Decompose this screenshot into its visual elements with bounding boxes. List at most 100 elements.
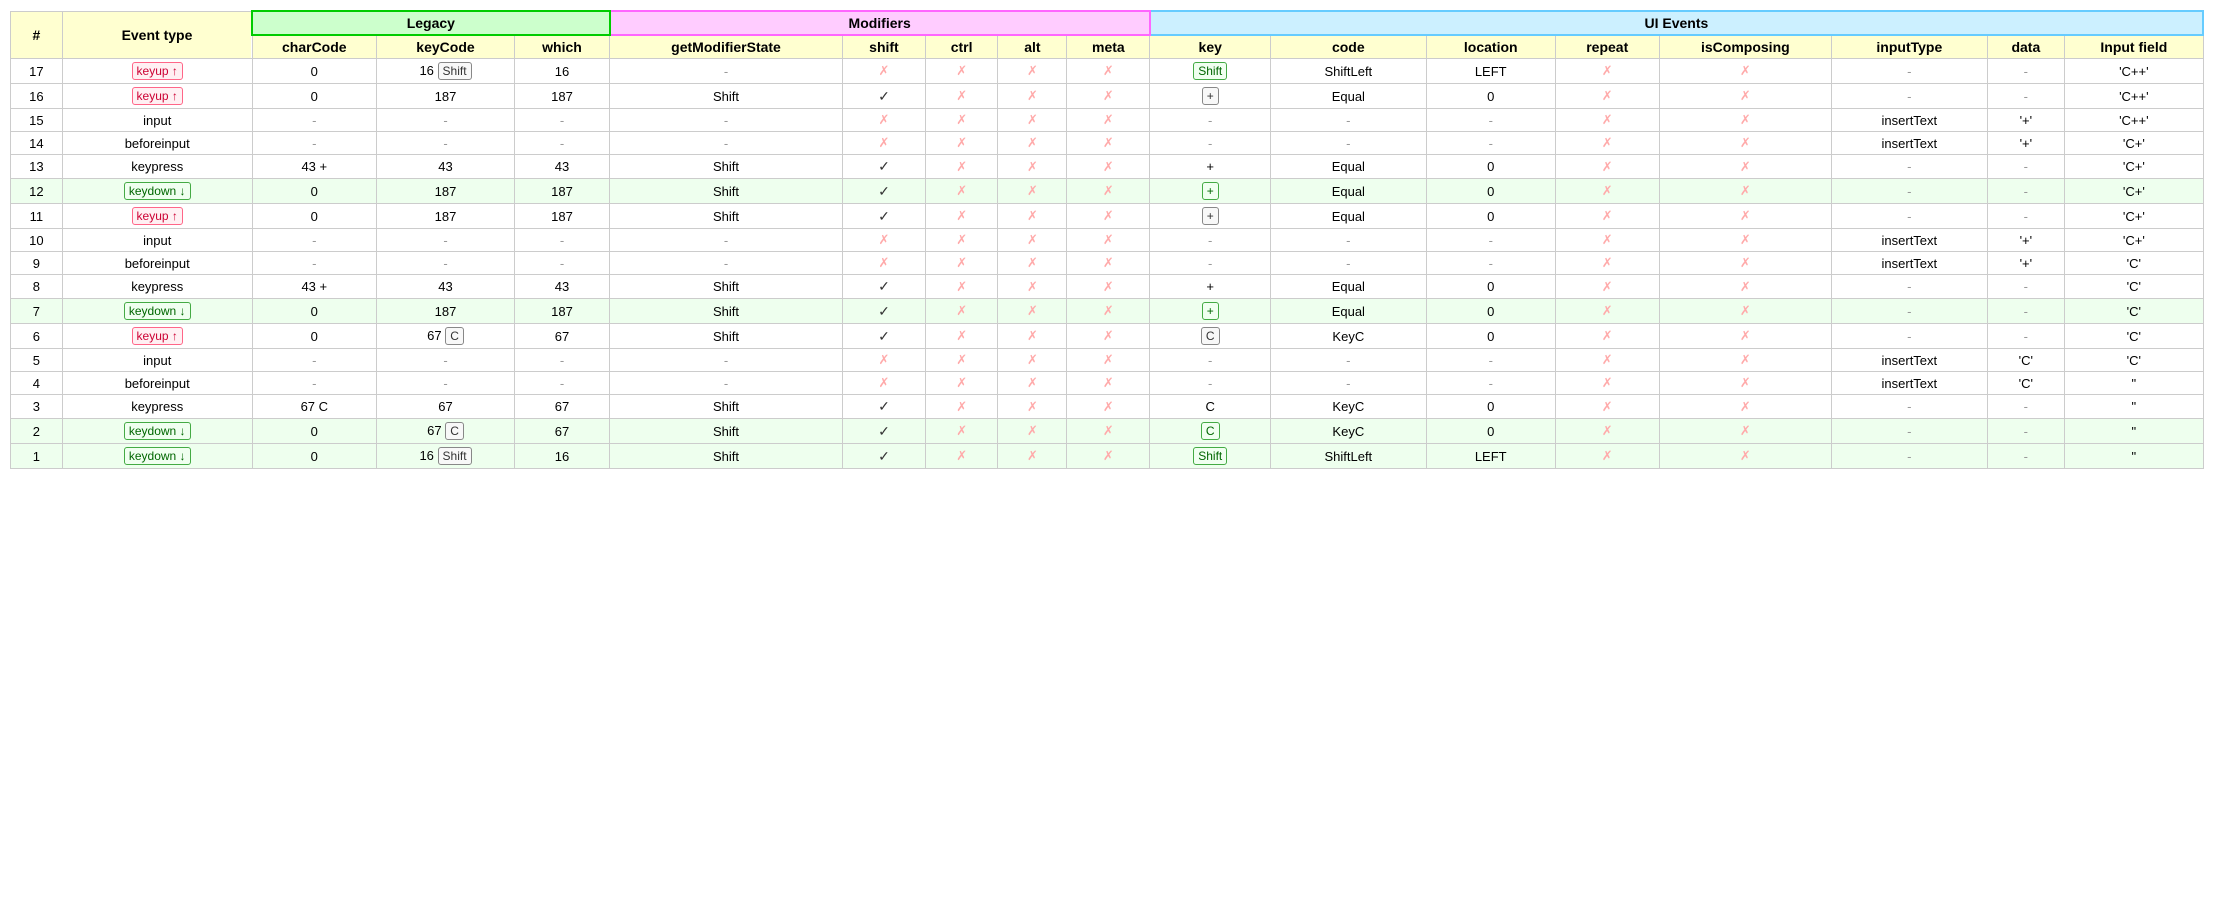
table-cell: ✗ <box>925 324 998 349</box>
x-mark-icon: ✗ <box>1027 88 1038 103</box>
x-mark-icon: ✗ <box>956 112 967 127</box>
x-mark-icon: ✗ <box>1602 183 1613 198</box>
x-mark-icon: ✗ <box>956 423 967 438</box>
table-cell: ✗ <box>1067 229 1150 252</box>
table-cell: ✗ <box>1067 84 1150 109</box>
table-cell: ✗ <box>998 324 1067 349</box>
table-cell: ✗ <box>843 349 926 372</box>
col-num-header: # <box>11 11 63 59</box>
keycode-cell: 187 <box>376 84 514 109</box>
x-mark-icon: ✗ <box>1027 303 1038 318</box>
code-cell: KeyC <box>1271 324 1426 349</box>
row-number: 1 <box>11 444 63 469</box>
table-cell: ✗ <box>1659 155 1832 179</box>
x-mark-icon: ✗ <box>1103 88 1114 103</box>
x-mark-icon: ✗ <box>1740 328 1751 343</box>
code-cell: Equal <box>1271 299 1426 324</box>
x-mark-icon: ✗ <box>956 183 967 198</box>
event-type-cell: keydown ↓ <box>62 444 252 469</box>
event-type-cell: input <box>62 109 252 132</box>
data-cell: '+' <box>1987 252 2065 275</box>
x-mark-icon: ✗ <box>1103 63 1114 78</box>
x-mark-icon: ✗ <box>1103 183 1114 198</box>
section-headers-row: # Event type Legacy Modifiers UI Events <box>11 11 2204 35</box>
charcode-cell: 43 + <box>252 275 376 299</box>
legacy-section-header: Legacy <box>252 11 609 35</box>
table-row: 14beforeinput----✗✗✗✗---✗✗insertText'+''… <box>11 132 2204 155</box>
x-mark-icon: ✗ <box>1740 303 1751 318</box>
x-mark-icon: ✗ <box>1103 328 1114 343</box>
table-cell: ✗ <box>1659 204 1832 229</box>
table-cell: ✗ <box>998 132 1067 155</box>
table-row: 5input----✗✗✗✗---✗✗insertText'C''C' <box>11 349 2204 372</box>
table-cell: ✗ <box>925 349 998 372</box>
table-cell: ✗ <box>925 395 998 419</box>
x-mark-icon: ✗ <box>1103 375 1114 390</box>
key-value-cell: - <box>1150 252 1271 275</box>
event-type-cell: keydown ↓ <box>62 419 252 444</box>
location-cell: 0 <box>1426 179 1555 204</box>
row-number: 11 <box>11 204 63 229</box>
charcode-cell: 0 <box>252 299 376 324</box>
x-mark-icon: ✗ <box>1740 448 1751 463</box>
table-cell: ✗ <box>1555 229 1659 252</box>
table-cell: ✗ <box>998 349 1067 372</box>
key-badge: keyup ↑ <box>132 207 183 225</box>
x-mark-icon: ✗ <box>1602 328 1613 343</box>
key-badge: keyup ↑ <box>132 327 183 345</box>
check-mark-icon: ✓ <box>878 303 890 319</box>
key-badge: Shift <box>1193 62 1227 80</box>
charcode-cell: 43 + <box>252 155 376 179</box>
x-mark-icon: ✗ <box>1103 352 1114 367</box>
inputtype-cell: - <box>1832 84 1987 109</box>
x-mark-icon: ✗ <box>1602 303 1613 318</box>
key-value-cell: + <box>1150 275 1271 299</box>
x-mark-icon: ✗ <box>1103 255 1114 270</box>
x-mark-icon: ✗ <box>1602 375 1613 390</box>
table-row: 9beforeinput----✗✗✗✗---✗✗insertText'+''C… <box>11 252 2204 275</box>
table-cell: ✗ <box>1067 299 1150 324</box>
x-mark-icon: ✗ <box>1602 159 1613 174</box>
x-mark-icon: ✗ <box>1740 399 1751 414</box>
table-cell: ✗ <box>1067 155 1150 179</box>
uievents-section-header: UI Events <box>1150 11 2203 35</box>
table-cell: ✗ <box>1555 84 1659 109</box>
key-value-cell: + <box>1150 155 1271 179</box>
data-cell: 'C' <box>1987 349 2065 372</box>
check-mark-icon: ✓ <box>878 183 890 199</box>
x-mark-icon: ✗ <box>956 375 967 390</box>
which-cell: 187 <box>515 299 610 324</box>
table-body: 17keyup ↑016 Shift16-✗✗✗✗ShiftShiftLeftL… <box>11 59 2204 469</box>
data-cell: '+' <box>1987 109 2065 132</box>
key-badge: + <box>1202 87 1219 105</box>
charcode-cell: - <box>252 229 376 252</box>
code-cell: ShiftLeft <box>1271 59 1426 84</box>
location-cell: - <box>1426 252 1555 275</box>
table-cell: ✓ <box>843 444 926 469</box>
keycode-cell: - <box>376 132 514 155</box>
row-number: 14 <box>11 132 63 155</box>
inputfield-cell: 'C+' <box>2065 229 2203 252</box>
location-cell: - <box>1426 372 1555 395</box>
table-cell: ✗ <box>1555 349 1659 372</box>
table-cell: ✗ <box>925 59 998 84</box>
getmod-cell: Shift <box>610 155 843 179</box>
key-badge: + <box>1202 207 1219 225</box>
x-mark-icon: ✗ <box>1602 255 1613 270</box>
table-cell: ✗ <box>925 204 998 229</box>
table-cell: ✗ <box>998 395 1067 419</box>
getmod-cell: Shift <box>610 299 843 324</box>
table-cell: ✗ <box>1659 419 1832 444</box>
x-mark-icon: ✗ <box>956 448 967 463</box>
check-mark-icon: ✓ <box>878 398 890 414</box>
table-cell: ✗ <box>998 275 1067 299</box>
event-type-cell: keyup ↑ <box>62 204 252 229</box>
key-badge: keydown ↓ <box>124 302 191 320</box>
x-mark-icon: ✗ <box>1103 423 1114 438</box>
row-number: 4 <box>11 372 63 395</box>
key-badge: C <box>445 422 464 440</box>
key-badge: C <box>1201 327 1220 345</box>
key-value-cell: - <box>1150 132 1271 155</box>
table-cell: ✓ <box>843 419 926 444</box>
table-cell: ✗ <box>1067 252 1150 275</box>
